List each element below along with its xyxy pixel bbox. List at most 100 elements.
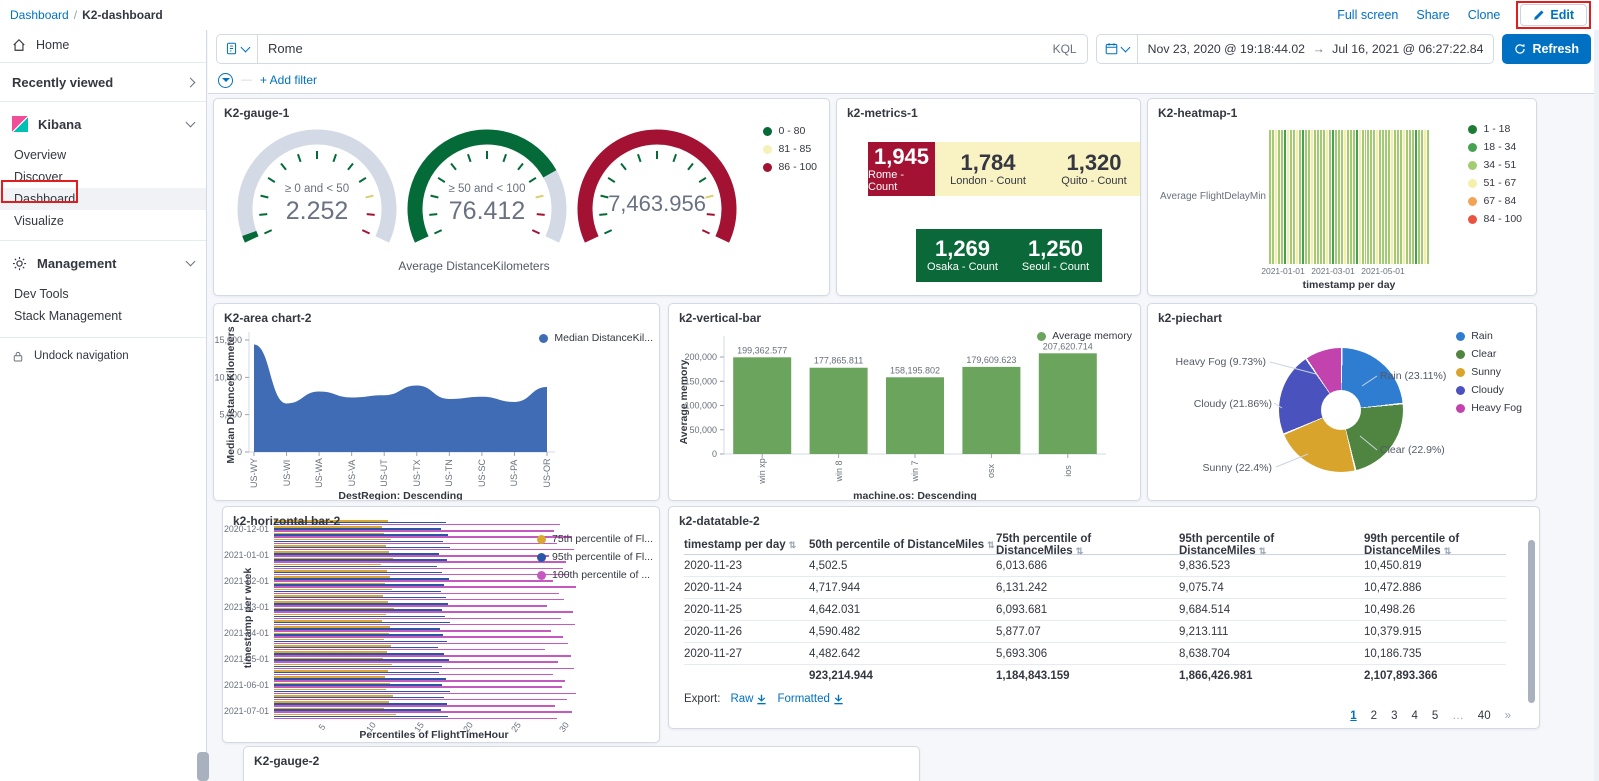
- heatmap-stripe[interactable]: [1284, 130, 1286, 264]
- heatmap-stripe[interactable]: [1362, 130, 1364, 264]
- heatmap-stripe[interactable]: [1329, 130, 1331, 264]
- heatmap-stripe[interactable]: [1376, 130, 1378, 264]
- heatmap-stripe[interactable]: [1272, 130, 1274, 264]
- hbar-bar[interactable]: [274, 680, 565, 682]
- date-range-display[interactable]: Nov 23, 2020 @ 19:18:44.02 → Jul 16, 202…: [1138, 42, 1494, 56]
- heatmap-stripe[interactable]: [1269, 130, 1271, 264]
- legend-item[interactable]: 84 - 100: [1468, 213, 1522, 225]
- legend-item[interactable]: 86 - 100: [763, 161, 817, 173]
- hbar-bar[interactable]: [274, 643, 568, 645]
- legend-item[interactable]: 81 - 85: [763, 143, 817, 155]
- heatmap-stripe[interactable]: [1379, 130, 1381, 264]
- refresh-button[interactable]: Refresh: [1502, 34, 1591, 64]
- saved-query-menu-button[interactable]: [217, 35, 258, 63]
- pagination-page[interactable]: 5: [1432, 710, 1438, 722]
- legend-item[interactable]: 75th percentile of Fl...: [537, 533, 653, 545]
- export-formatted-link[interactable]: Formatted: [777, 693, 843, 705]
- heatmap-stripe[interactable]: [1427, 130, 1429, 264]
- hbar-bar[interactable]: [274, 599, 564, 601]
- panel-title[interactable]: K2-gauge-2: [254, 754, 319, 768]
- pagination-page[interactable]: 2: [1371, 710, 1377, 722]
- hbar-bar[interactable]: [274, 593, 559, 595]
- date-picker-menu-button[interactable]: [1097, 35, 1138, 63]
- heatmap-stripe[interactable]: [1317, 130, 1319, 264]
- panel-title[interactable]: K2-heatmap-1: [1158, 106, 1237, 120]
- heatmap-stripe[interactable]: [1400, 130, 1402, 264]
- hbar-bar[interactable]: [274, 605, 547, 607]
- heatmap-stripe[interactable]: [1394, 130, 1396, 264]
- panel-title[interactable]: k2-piechart: [1158, 311, 1222, 325]
- hbar-bar[interactable]: [274, 536, 572, 538]
- heatmap-stripe[interactable]: [1403, 130, 1405, 264]
- heatmap-stripe[interactable]: [1332, 130, 1334, 264]
- legend-item[interactable]: Rain: [1456, 330, 1522, 342]
- heatmap-stripe[interactable]: [1281, 130, 1283, 264]
- heatmap-stripe[interactable]: [1365, 130, 1367, 264]
- legend-item[interactable]: Sunny: [1456, 366, 1522, 378]
- heatmap-stripe[interactable]: [1350, 130, 1352, 264]
- heatmap-stripe[interactable]: [1415, 130, 1417, 264]
- heatmap-stripe[interactable]: [1412, 130, 1414, 264]
- table-header-cell[interactable]: timestamp per day⇅: [684, 539, 809, 551]
- legend-item[interactable]: Median DistanceKil...: [539, 332, 653, 344]
- sidebar-scrollbar[interactable]: [197, 752, 209, 781]
- heatmap-stripe[interactable]: [1299, 130, 1301, 264]
- legend-item[interactable]: 100th percentile of ...: [537, 569, 653, 581]
- heatmap-stripe[interactable]: [1314, 130, 1316, 264]
- heatmap-stripe[interactable]: [1344, 130, 1346, 264]
- heatmap-stripe[interactable]: [1424, 130, 1426, 264]
- kql-toggle[interactable]: KQL: [1043, 42, 1087, 56]
- heatmap-stripe[interactable]: [1382, 130, 1384, 264]
- heatmap-stripe[interactable]: [1305, 130, 1307, 264]
- heatmap-stripe[interactable]: [1347, 130, 1349, 264]
- breadcrumb-dashboard-link[interactable]: Dashboard: [10, 8, 69, 22]
- heatmap-stripe[interactable]: [1356, 130, 1358, 264]
- heatmap-stripe[interactable]: [1373, 130, 1375, 264]
- hbar-bar[interactable]: [274, 555, 549, 557]
- heatmap-stripe[interactable]: [1418, 130, 1420, 264]
- heatmap-stripe[interactable]: [1421, 130, 1423, 264]
- heatmap-stripe[interactable]: [1335, 130, 1337, 264]
- heatmap-stripe[interactable]: [1290, 130, 1292, 264]
- hbar-bar[interactable]: [274, 661, 558, 663]
- legend-item[interactable]: 51 - 67: [1468, 177, 1522, 189]
- panel-title[interactable]: k2-vertical-bar: [679, 311, 761, 325]
- heatmap-stripe[interactable]: [1287, 130, 1289, 264]
- panel-title[interactable]: K2-area chart-2: [224, 311, 311, 325]
- table-header-cell[interactable]: 50th percentile of DistanceMiles⇅: [809, 539, 996, 551]
- pagination-page[interactable]: …: [1452, 710, 1464, 722]
- legend-item[interactable]: 18 - 34: [1468, 141, 1522, 153]
- add-filter-button[interactable]: + Add filter: [260, 73, 317, 87]
- heatmap-stripe[interactable]: [1385, 130, 1387, 264]
- hbar-bar[interactable]: [274, 705, 555, 707]
- heatmap-stripe[interactable]: [1341, 130, 1343, 264]
- hbar-bar[interactable]: [274, 649, 545, 651]
- hbar-bar[interactable]: [274, 543, 557, 545]
- panel-title[interactable]: K2-gauge-1: [224, 106, 289, 120]
- heatmap-stripe[interactable]: [1278, 130, 1280, 264]
- clone-link[interactable]: Clone: [1468, 8, 1501, 22]
- edit-button[interactable]: Edit: [1520, 4, 1587, 26]
- hbar-bar[interactable]: [274, 693, 576, 695]
- panel-title[interactable]: k2-datatable-2: [679, 514, 760, 528]
- heatmap-stripe[interactable]: [1323, 130, 1325, 264]
- heatmap-stripe[interactable]: [1409, 130, 1411, 264]
- pagination-page[interactable]: 40: [1478, 710, 1491, 722]
- heatmap-stripe[interactable]: [1338, 130, 1340, 264]
- heatmap-stripe[interactable]: [1370, 130, 1372, 264]
- hbar-bar[interactable]: [274, 561, 566, 563]
- heatmap-stripe[interactable]: [1353, 130, 1355, 264]
- heatmap-stripe[interactable]: [1326, 130, 1328, 264]
- page-scrollbar[interactable]: [1594, 30, 1599, 781]
- hbar-bar[interactable]: [274, 668, 574, 670]
- heatmap-stripe[interactable]: [1296, 130, 1298, 264]
- heatmap-stripe[interactable]: [1308, 130, 1310, 264]
- pagination-page[interactable]: 4: [1411, 710, 1417, 722]
- hbar-bar[interactable]: [274, 674, 553, 676]
- hbar-bar[interactable]: [274, 624, 575, 626]
- legend-item[interactable]: 1 - 18: [1468, 123, 1522, 135]
- heatmap-stripe[interactable]: [1293, 130, 1295, 264]
- hbar-bar[interactable]: [274, 586, 576, 588]
- heatmap-stripe[interactable]: [1302, 130, 1304, 264]
- hbar-bar[interactable]: [274, 686, 562, 688]
